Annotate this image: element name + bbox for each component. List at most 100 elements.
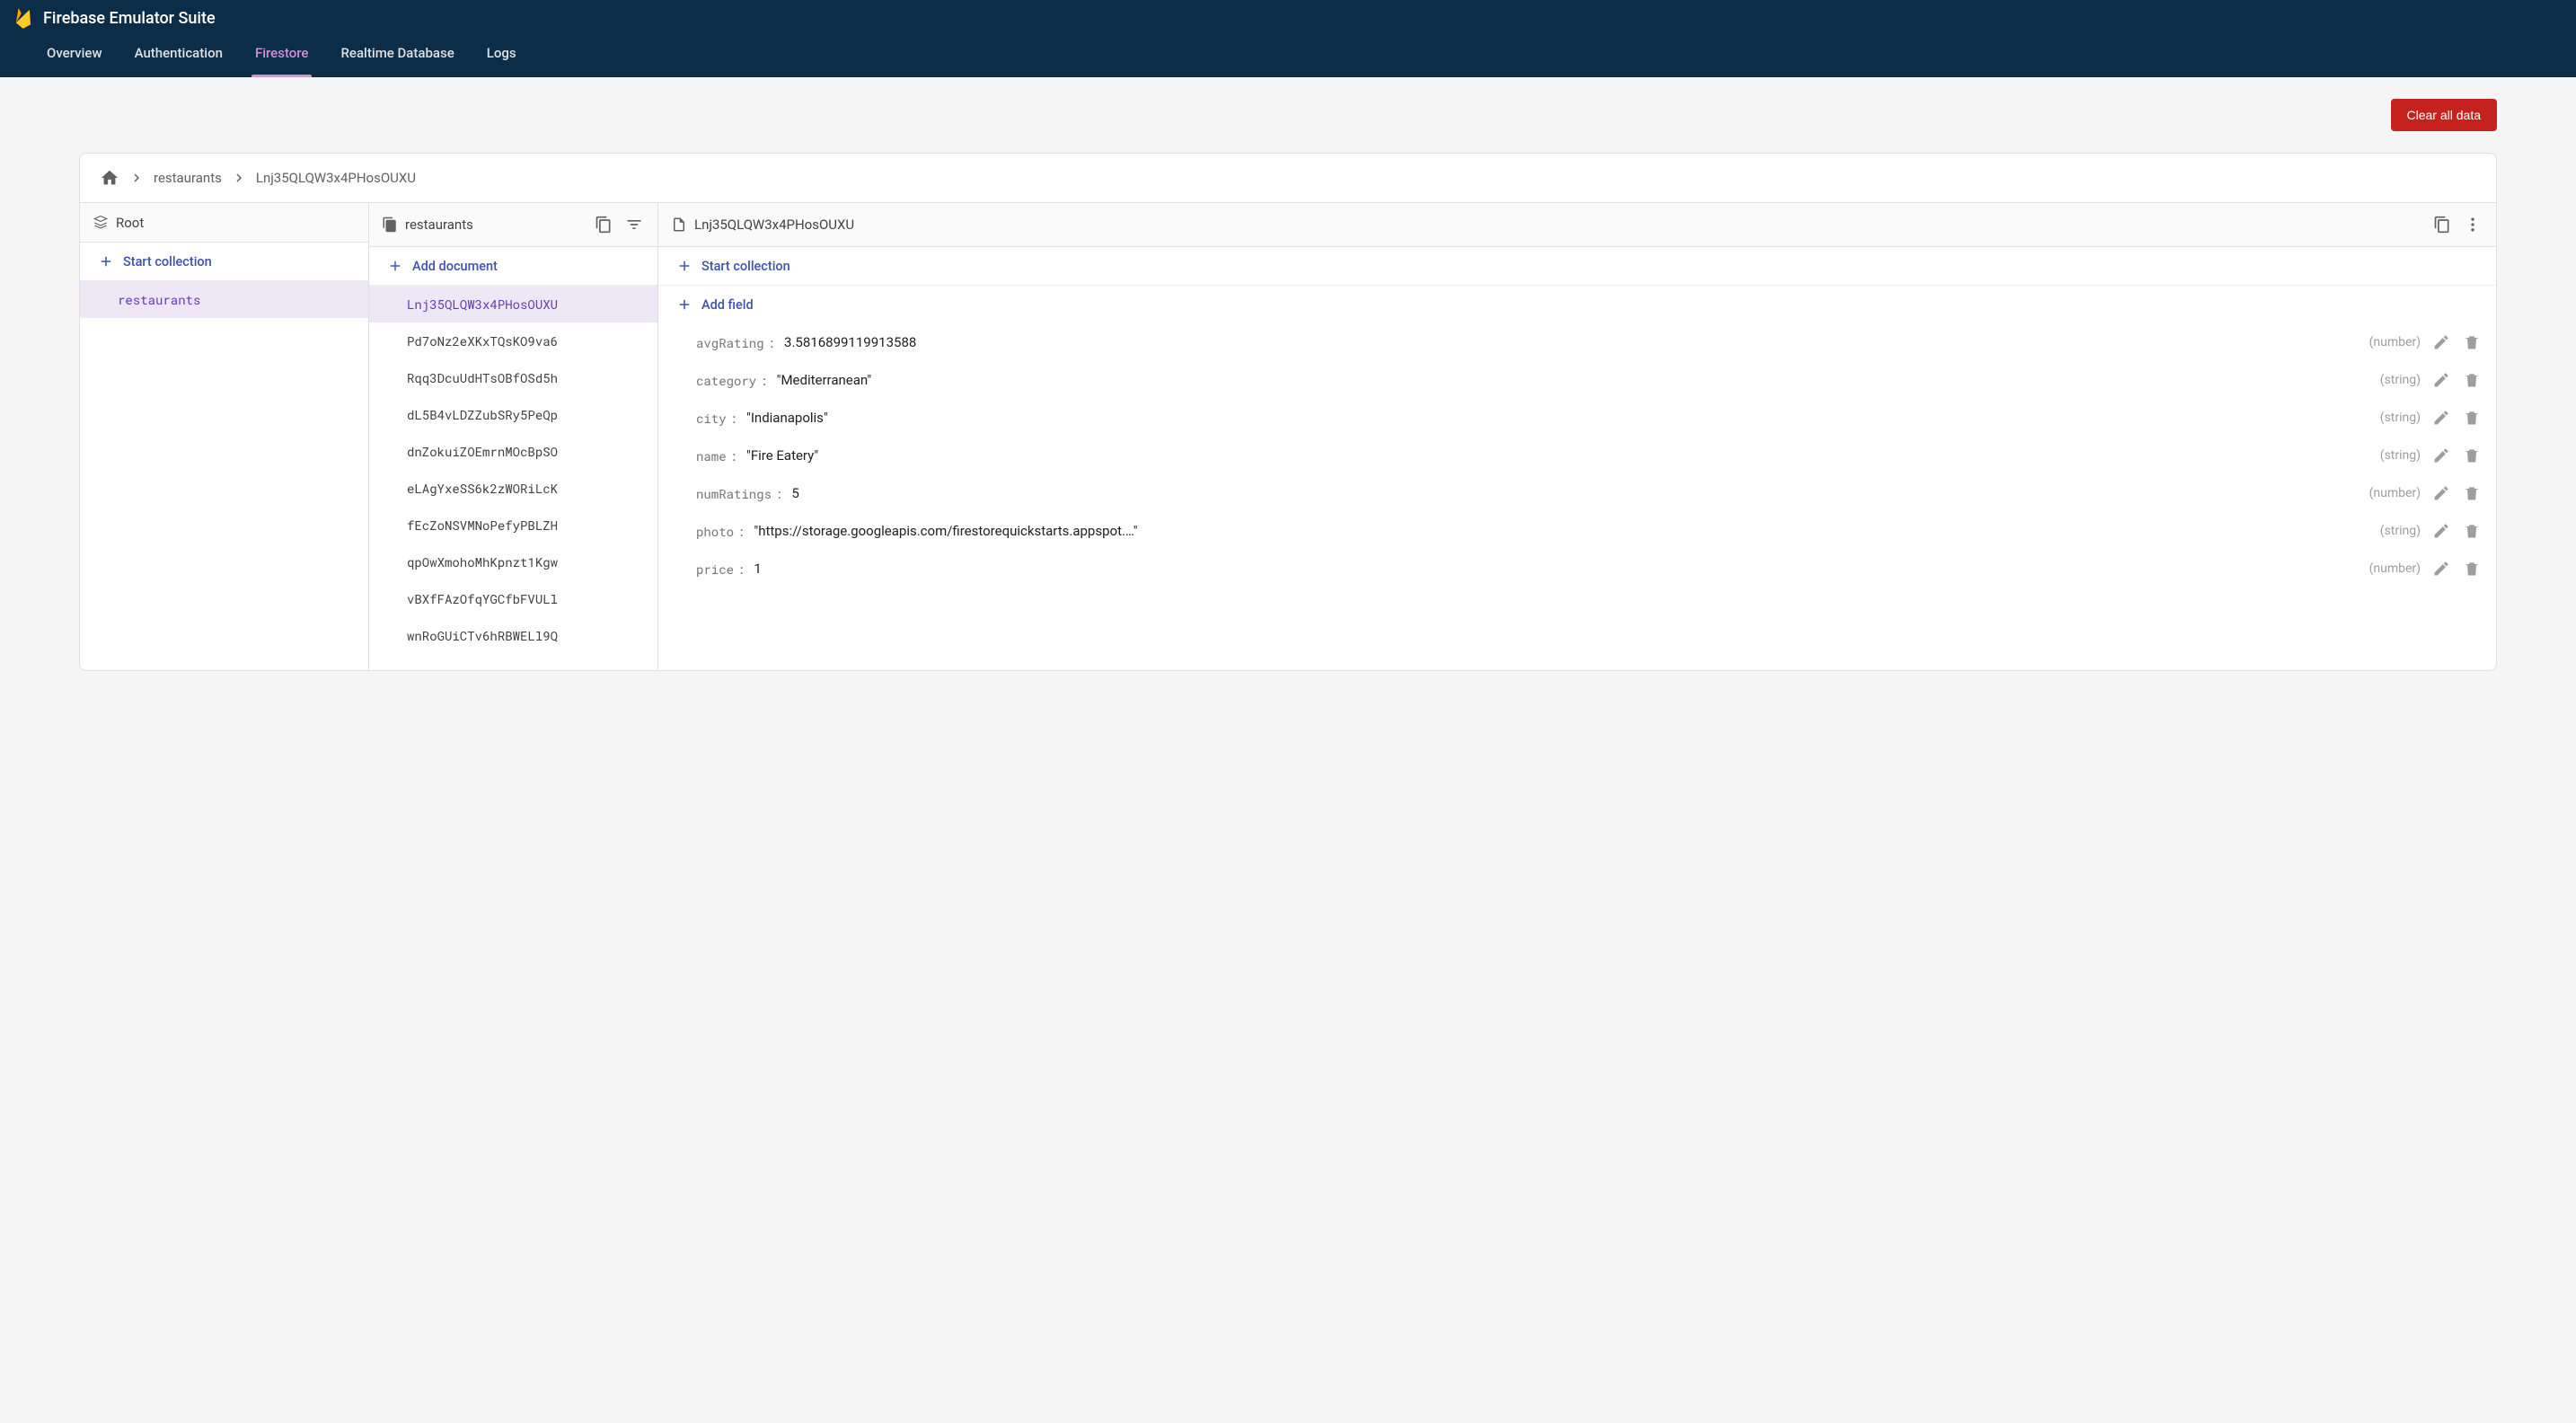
field-actions [2431,332,2482,352]
app-header: Firebase Emulator Suite OverviewAuthenti… [0,0,2576,77]
app-title: Firebase Emulator Suite [43,9,216,28]
breadcrumb-item[interactable]: restaurants [154,170,222,186]
document-item[interactable]: dnZokuiZOEmrnMOcBpSO [369,433,657,470]
nav-tab-authentication[interactable]: Authentication [120,31,237,77]
delete-icon[interactable] [2462,559,2482,579]
field-colon: : [730,410,737,427]
database-icon [93,215,109,231]
start-collection-label: Start collection [123,254,212,270]
document-item[interactable]: dL5B4vLDZZubSRy5PeQp [369,396,657,433]
more-vert-icon[interactable] [2462,214,2483,235]
card-wrap: restaurants Lnj35QLQW3x4PHosOUXU Root [0,131,2576,707]
firebase-logo-icon [13,7,34,29]
collection-item[interactable]: restaurants [80,281,368,318]
document-item[interactable]: vBXfFAzOfqYGCfbFVULl [369,580,657,617]
document-icon [671,217,687,233]
plus-icon [387,258,403,274]
field-key: photo [696,523,734,540]
copy-icon[interactable] [593,214,614,235]
field-actions [2431,408,2482,428]
edit-icon[interactable] [2431,332,2451,352]
breadcrumb: restaurants Lnj35QLQW3x4PHosOUXU [80,154,2496,203]
chevron-right-icon [231,170,247,186]
nav-tab-overview[interactable]: Overview [32,31,117,77]
field-row: numRatings:5 (number) [658,474,2496,512]
edit-icon[interactable] [2431,483,2451,503]
field-row: photo: https://storage.googleapis.com/fir… [658,512,2496,550]
header-top: Firebase Emulator Suite [0,0,2576,31]
copy-icon[interactable] [2431,214,2453,235]
field-colon: : [760,372,767,389]
field-type: (string) [2380,373,2421,387]
field-value: 5 [791,485,2360,501]
field-type: (string) [2380,524,2421,538]
delete-icon[interactable] [2462,446,2482,465]
field-type: (number) [2369,486,2421,500]
start-collection-button[interactable]: Start collection [80,243,368,281]
chevron-right-icon [128,170,145,186]
delete-icon[interactable] [2462,370,2482,390]
collection-list: restaurants [80,281,368,318]
firestore-card: restaurants Lnj35QLQW3x4PHosOUXU Root [79,153,2497,671]
field-actions [2431,446,2482,465]
field-actions [2431,521,2482,541]
edit-icon[interactable] [2431,521,2451,541]
root-title: Root [116,215,144,231]
field-colon: : [737,561,745,578]
delete-icon[interactable] [2462,521,2482,541]
delete-icon[interactable] [2462,332,2482,352]
field-value: https://storage.googleapis.com/firestore… [754,523,2370,539]
field-row: price:1(number) [658,550,2496,588]
document-item[interactable]: fEcZoNSVMNoPefyPBLZH [369,507,657,544]
nav-tab-realtime-database[interactable]: Realtime Database [326,31,468,77]
delete-icon[interactable] [2462,408,2482,428]
field-actions [2431,483,2482,503]
edit-icon[interactable] [2431,559,2451,579]
document-item[interactable]: qpOwXmohoMhKpnzt1Kgw [369,544,657,580]
breadcrumb-item[interactable]: Lnj35QLQW3x4PHosOUXU [256,170,416,186]
add-field-label: Add field [701,297,754,313]
field-type: (string) [2380,448,2421,463]
field-key: numRatings [696,485,772,502]
add-document-button[interactable]: Add document [369,247,657,286]
edit-icon[interactable] [2431,408,2451,428]
document-item[interactable]: eLAgYxeSS6k2zWORiLcK [369,470,657,507]
field-list: avgRating:3.5816899119913588(number)cate… [658,323,2496,588]
start-subcollection-button[interactable]: Start collection [658,247,2496,286]
field-row: category: Mediterranean (string) [658,361,2496,399]
field-key: city [696,410,727,427]
field-value: 3.5816899119913588 [784,334,2360,350]
field-colon: : [775,485,782,502]
home-icon[interactable] [100,168,119,188]
document-item[interactable]: Rqq3DcuUdHTsOBfOSd5h [369,359,657,396]
filter-icon[interactable] [623,214,645,235]
fields-panel: Lnj35QLQW3x4PHosOUXU Start collection [658,203,2496,670]
field-key: avgRating [696,334,764,351]
toolbar: Clear all data [0,77,2576,131]
field-key: category [696,372,756,389]
plus-icon [676,258,693,274]
field-value: Fire Eatery [746,447,2371,464]
add-document-label: Add document [412,259,498,274]
nav-tab-firestore[interactable]: Firestore [241,31,323,77]
document-item[interactable]: wnRoGUiCTv6hRBWELl9Q [369,617,657,654]
field-colon: : [730,447,737,464]
field-row: city:Indianapolis(string) [658,399,2496,437]
field-colon: : [737,523,745,540]
field-value: 1 [754,561,2360,577]
nav-tab-logs[interactable]: Logs [472,31,531,77]
field-row: avgRating:3.5816899119913588(number) [658,323,2496,361]
document-item[interactable]: Lnj35QLQW3x4PHosOUXU [369,286,657,323]
document-title: Lnj35QLQW3x4PHosOUXU [694,217,854,233]
documents-panel: restaurants Add document Lnj35QLQW3x4PH [369,203,658,670]
root-panel: Root Start collection restaurants [80,203,369,670]
edit-icon[interactable] [2431,370,2451,390]
document-item[interactable]: Pd7oNz2eXKxTQsKO9va6 [369,323,657,359]
edit-icon[interactable] [2431,446,2451,465]
data-browser: Root Start collection restaurants [80,203,2496,670]
field-value: Mediterranean [777,372,2371,388]
delete-icon[interactable] [2462,483,2482,503]
start-subcollection-label: Start collection [701,259,790,274]
clear-all-data-button[interactable]: Clear all data [2391,99,2498,131]
add-field-button[interactable]: Add field [658,286,2496,323]
